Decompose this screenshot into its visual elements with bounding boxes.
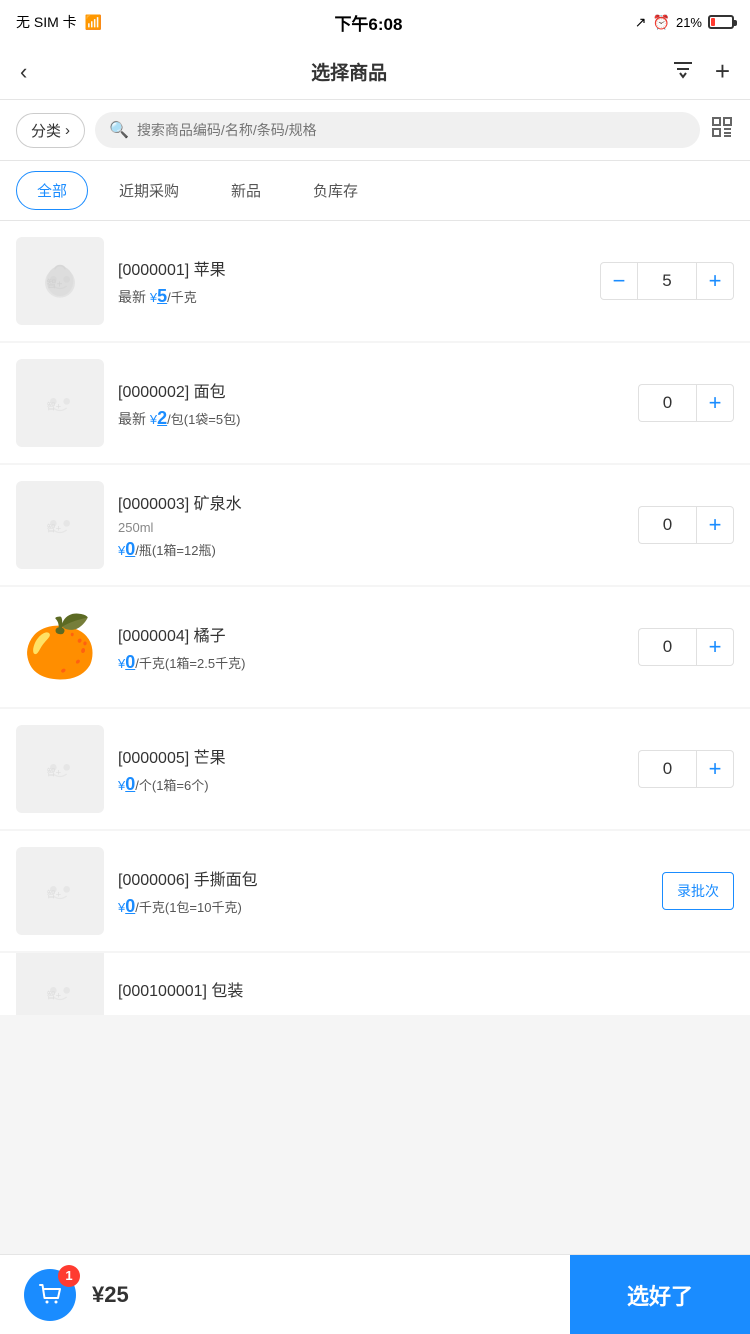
plus-button[interactable]: + [696, 628, 734, 666]
product-info: [000100001] 包装 [118, 977, 734, 1007]
product-image: 智+ [16, 953, 104, 1015]
filter-bar: 分类 › 🔍 [0, 100, 750, 161]
nav-bar: ‹ 选择商品 + [0, 44, 750, 100]
product-name: [0000003] 矿泉水 [118, 490, 624, 514]
list-item: 智+ [0000002] 面包 最新 ¥2/包(1袋=5包) + [0, 343, 750, 463]
product-name: [0000001] 苹果 [118, 256, 586, 280]
product-name: [0000005] 芒果 [118, 744, 624, 768]
list-item: 智+ [0000006] 手撕面包 ¥0/千克(1包=10千克) 录批次 [0, 831, 750, 951]
tab-recent[interactable]: 近期采购 [98, 171, 200, 210]
product-price: ¥0/个(1箱=6个) [118, 774, 624, 795]
product-controls: + [638, 750, 734, 788]
tab-negative[interactable]: 负库存 [292, 171, 379, 210]
product-price: ¥0/千克(1箱=2.5千克) [118, 652, 624, 673]
list-item: 智+ [0000005] 芒果 ¥0/个(1箱=6个) + [0, 709, 750, 829]
product-name: [0000004] 橘子 [118, 622, 624, 646]
list-item: 智+ [000100001] 包装 [0, 953, 750, 1015]
list-item: 智+ [0000003] 矿泉水 250ml ¥0/瓶(1箱=12瓶) + [0, 465, 750, 585]
cart-section: 1 ¥25 [0, 1269, 570, 1321]
cart-total: ¥25 [92, 1282, 129, 1308]
quantity-input[interactable] [638, 506, 696, 544]
plus-button[interactable]: + [696, 506, 734, 544]
nav-actions: + [671, 56, 730, 87]
svg-text:智+: 智+ [47, 767, 62, 778]
product-image: 智+ [16, 725, 104, 813]
search-icon: 🔍 [109, 120, 129, 140]
product-controls: − + [600, 262, 734, 300]
product-name: [0000006] 手撕面包 [118, 866, 648, 890]
product-info: [0000003] 矿泉水 250ml ¥0/瓶(1箱=12瓶) [118, 490, 624, 560]
wifi-icon: 📶 [85, 14, 102, 31]
svg-text:智+: 智+ [47, 889, 62, 900]
status-time: 下午6:08 [334, 10, 402, 35]
plus-button[interactable]: + [696, 750, 734, 788]
location-icon: ↗ [635, 14, 647, 31]
status-bar: 无 SIM 卡 📶 下午6:08 ↗ ⏰ 21% [0, 0, 750, 44]
product-name: [0000002] 面包 [118, 378, 624, 402]
cart-badge: 1 [58, 1265, 80, 1287]
product-info: [0000004] 橘子 ¥0/千克(1箱=2.5千克) [118, 622, 624, 673]
tab-bar: 全部 近期采购 新品 负库存 [0, 161, 750, 221]
svg-text:智+: 智+ [47, 523, 62, 534]
product-controls: 录批次 [662, 872, 734, 910]
quantity-input[interactable] [638, 628, 696, 666]
category-chevron: › [65, 122, 70, 139]
product-controls: + [638, 384, 734, 422]
product-image: 智+ [16, 237, 104, 325]
product-price: ¥0/瓶(1箱=12瓶) [118, 539, 624, 560]
product-price: 最新 ¥2/包(1袋=5包) [118, 408, 624, 429]
product-spec: 250ml [118, 520, 624, 535]
filter-icon[interactable] [671, 57, 695, 87]
product-info: [0000006] 手撕面包 ¥0/千克(1包=10千克) [118, 866, 648, 917]
svg-text:智+: 智+ [47, 401, 62, 412]
svg-text:智+: 智+ [47, 990, 62, 1001]
quantity-input[interactable] [638, 384, 696, 422]
plus-button[interactable]: + [696, 262, 734, 300]
confirm-button[interactable]: 选好了 [570, 1255, 750, 1334]
battery-icon [708, 15, 734, 29]
tab-new[interactable]: 新品 [210, 171, 282, 210]
product-price: 最新 ¥5/千克 [118, 286, 586, 307]
product-image: 🍊 [16, 603, 104, 691]
cart-button[interactable]: 1 [24, 1269, 76, 1321]
minus-button[interactable]: − [600, 262, 638, 300]
product-fruit-emoji: 🍊 [23, 617, 98, 677]
alarm-icon: ⏰ [653, 14, 670, 31]
category-button[interactable]: 分类 › [16, 113, 85, 148]
category-label: 分类 [31, 120, 61, 141]
status-right: ↗ ⏰ 21% [635, 14, 734, 31]
page-title: 选择商品 [311, 58, 387, 85]
battery-percent: 21% [676, 15, 702, 30]
plus-button[interactable]: + [696, 384, 734, 422]
product-image: 智+ [16, 481, 104, 569]
product-image: 智+ [16, 359, 104, 447]
list-item: 智+ [0000001] 苹果 最新 ¥5/千克 − + [0, 221, 750, 341]
product-image: 智+ [16, 847, 104, 935]
back-button[interactable]: ‹ [20, 59, 27, 85]
list-item: 🍊 [0000004] 橘子 ¥0/千克(1箱=2.5千克) + [0, 587, 750, 707]
product-info: [0000002] 面包 最新 ¥2/包(1袋=5包) [118, 378, 624, 429]
search-input[interactable] [137, 122, 686, 138]
search-box: 🔍 [95, 112, 700, 148]
batch-button[interactable]: 录批次 [662, 872, 734, 910]
bottom-bar: 1 ¥25 选好了 [0, 1254, 750, 1334]
product-controls: + [638, 628, 734, 666]
quantity-input[interactable] [638, 262, 696, 300]
product-controls: + [638, 506, 734, 544]
product-price: ¥0/千克(1包=10千克) [118, 896, 648, 917]
status-left: 无 SIM 卡 📶 [16, 12, 102, 32]
quantity-input[interactable] [638, 750, 696, 788]
tab-all[interactable]: 全部 [16, 171, 88, 210]
carrier-label: 无 SIM 卡 [16, 12, 77, 32]
product-list: 智+ [0000001] 苹果 最新 ¥5/千克 − + 智+ [0, 221, 750, 1015]
scan-icon[interactable] [710, 115, 734, 145]
product-info: [0000005] 芒果 ¥0/个(1箱=6个) [118, 744, 624, 795]
product-info: [0000001] 苹果 最新 ¥5/千克 [118, 256, 586, 307]
product-name: [000100001] 包装 [118, 977, 734, 1001]
add-icon[interactable]: + [715, 56, 730, 87]
